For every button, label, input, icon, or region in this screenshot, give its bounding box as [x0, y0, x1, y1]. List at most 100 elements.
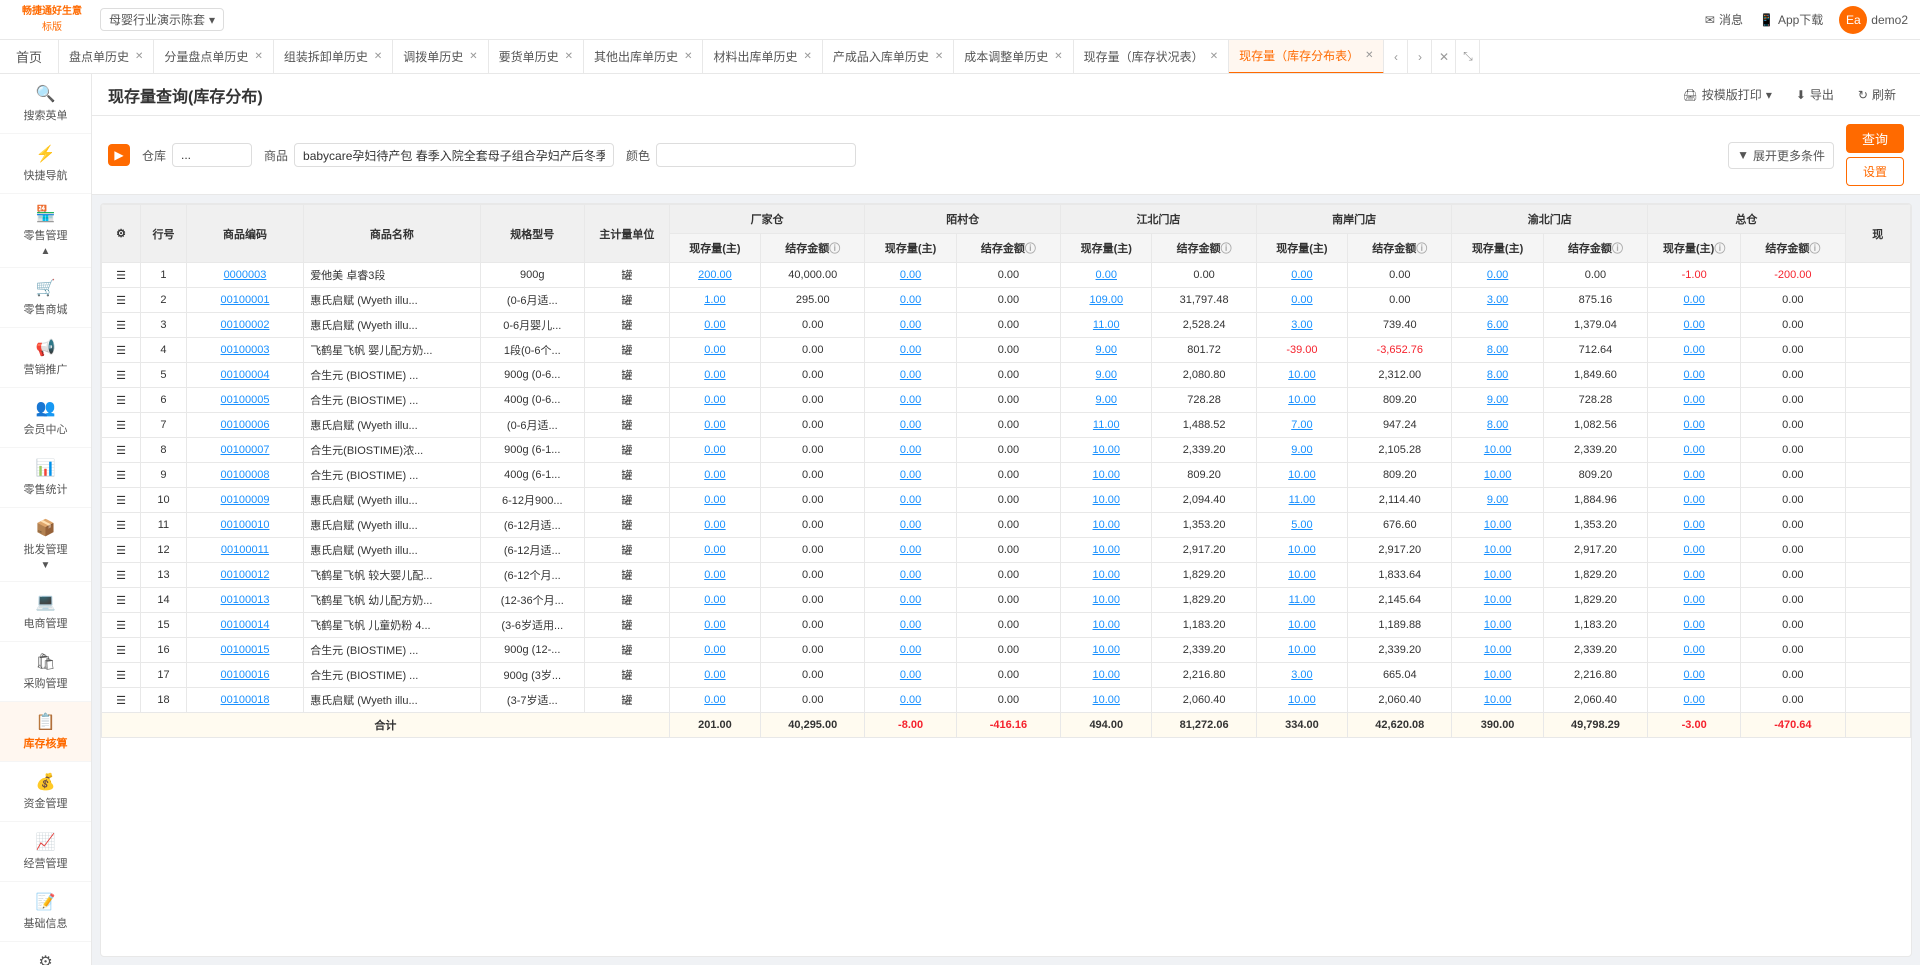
row-senshi-qty[interactable]: 0.00 [865, 313, 956, 338]
row-jiangbei-qty[interactable]: 10.00 [1061, 538, 1152, 563]
row-yuzbei-qty[interactable]: 0.00 [1452, 263, 1543, 288]
tab-close-icon[interactable]: ✕ [565, 51, 573, 62]
row-senshi-qty[interactable]: 0.00 [865, 288, 956, 313]
row-yuzbei-qty[interactable]: 10.00 [1452, 613, 1543, 638]
app-download-btn[interactable]: 📱 App下载 [1759, 11, 1823, 28]
tab-home[interactable]: 首页 [0, 40, 59, 74]
row-nanan-qty[interactable]: 11.00 [1256, 588, 1347, 613]
tab-assembly[interactable]: 组装拆卸单历史 ✕ [274, 40, 393, 74]
tab-close-icon[interactable]: ✕ [684, 51, 692, 62]
tab-partialstocktake[interactable]: 分量盘点单历史 ✕ [154, 40, 273, 74]
row-jiangbei-qty[interactable]: 10.00 [1061, 513, 1152, 538]
tab-stocktake[interactable]: 盘点单历史 ✕ [59, 40, 154, 74]
row-yuzbei-qty[interactable]: 10.00 [1452, 563, 1543, 588]
row-gear[interactable]: ☰ [102, 488, 141, 513]
row-factory-qty[interactable]: 200.00 [669, 263, 760, 288]
row-gear[interactable]: ☰ [102, 413, 141, 438]
sidebar-item-ecommerce[interactable]: 💻 电商管理 [0, 582, 91, 642]
tab-requisition[interactable]: 要货单历史 ✕ [489, 40, 584, 74]
row-yuzbei-qty[interactable]: 10.00 [1452, 588, 1543, 613]
row-factory-qty[interactable]: 0.00 [669, 463, 760, 488]
row-gear[interactable]: ☰ [102, 538, 141, 563]
row-factory-qty[interactable]: 0.00 [669, 588, 760, 613]
row-gear[interactable]: ☰ [102, 363, 141, 388]
filter-toggle-btn[interactable]: ▶ [108, 144, 130, 166]
message-btn[interactable]: ✉ 消息 [1705, 11, 1743, 28]
tab-stockdist[interactable]: 现存量（库存分布表） ✕ [1229, 40, 1384, 74]
row-jiangbei-qty[interactable]: 0.00 [1061, 263, 1152, 288]
row-jiangbei-qty[interactable]: 10.00 [1061, 488, 1152, 513]
tab-productin[interactable]: 产成品入库单历史 ✕ [823, 40, 954, 74]
tab-close-icon[interactable]: ✕ [469, 51, 477, 62]
row-senshi-qty[interactable]: 0.00 [865, 613, 956, 638]
sidebar-item-retail[interactable]: 🏪 零售管理 ▲ [0, 194, 91, 268]
row-senshi-qty[interactable]: 0.00 [865, 338, 956, 363]
tab-materialout[interactable]: 材料出库单历史 ✕ [703, 40, 822, 74]
color-input[interactable] [656, 143, 856, 167]
row-factory-qty[interactable]: 1.00 [669, 288, 760, 313]
tab-expand-btn[interactable]: ⤡ [1456, 40, 1480, 74]
tab-close-icon[interactable]: ✕ [1210, 51, 1218, 62]
row-nanan-qty[interactable]: -39.00 [1256, 338, 1347, 363]
row-yuzbei-qty[interactable]: 6.00 [1452, 313, 1543, 338]
tab-close-icon[interactable]: ✕ [803, 51, 811, 62]
row-senshi-qty[interactable]: 0.00 [865, 638, 956, 663]
row-nanan-qty[interactable]: 10.00 [1256, 363, 1347, 388]
sidebar-item-retailshop[interactable]: 🛒 零售商城 [0, 268, 91, 328]
row-nanan-qty[interactable]: 11.00 [1256, 488, 1347, 513]
row-yuzbei-qty[interactable]: 8.00 [1452, 363, 1543, 388]
row-senshi-qty[interactable]: 0.00 [865, 538, 956, 563]
row-gear[interactable]: ☰ [102, 563, 141, 588]
row-gear[interactable]: ☰ [102, 613, 141, 638]
tab-close-icon[interactable]: ✕ [254, 51, 262, 62]
tab-transfer[interactable]: 调拨单历史 ✕ [393, 40, 488, 74]
row-senshi-qty[interactable]: 0.00 [865, 588, 956, 613]
row-yuzbei-qty[interactable]: 10.00 [1452, 513, 1543, 538]
sidebar-item-marketing[interactable]: 📢 营销推广 [0, 328, 91, 388]
row-factory-qty[interactable]: 0.00 [669, 388, 760, 413]
product-input[interactable] [294, 143, 614, 167]
tab-currentstock[interactable]: 现存量（库存状况表） ✕ [1074, 40, 1229, 74]
sidebar-item-finance[interactable]: 💰 资金管理 [0, 762, 91, 822]
row-senshi-qty[interactable]: 0.00 [865, 563, 956, 588]
tab-close-icon[interactable]: ✕ [135, 51, 143, 62]
sidebar-item-purchase[interactable]: 🛍 采购管理 [0, 642, 91, 702]
row-jiangbei-qty[interactable]: 11.00 [1061, 413, 1152, 438]
row-factory-qty[interactable]: 0.00 [669, 638, 760, 663]
tab-otherout[interactable]: 其他出库单历史 ✕ [584, 40, 703, 74]
table-container[interactable]: ⚙ 行号 商品编码 商品名称 规格型号 主计量单位 厂家仓 陌村仓 江北门店 南… [100, 203, 1912, 957]
row-senshi-qty[interactable]: 0.00 [865, 463, 956, 488]
row-gear[interactable]: ☰ [102, 663, 141, 688]
row-factory-qty[interactable]: 0.00 [669, 363, 760, 388]
tab-next-btn[interactable]: › [1408, 40, 1432, 74]
row-gear[interactable]: ☰ [102, 338, 141, 363]
row-jiangbei-qty[interactable]: 10.00 [1061, 613, 1152, 638]
row-senshi-qty[interactable]: 0.00 [865, 413, 956, 438]
row-yuzbei-qty[interactable]: 10.00 [1452, 663, 1543, 688]
row-yuzbei-qty[interactable]: 10.00 [1452, 438, 1543, 463]
row-nanan-qty[interactable]: 0.00 [1256, 263, 1347, 288]
row-senshi-qty[interactable]: 0.00 [865, 263, 956, 288]
row-yuzbei-qty[interactable]: 9.00 [1452, 488, 1543, 513]
row-yuzbei-qty[interactable]: 9.00 [1452, 388, 1543, 413]
row-factory-qty[interactable]: 0.00 [669, 413, 760, 438]
row-factory-qty[interactable]: 0.00 [669, 613, 760, 638]
row-jiangbei-qty[interactable]: 10.00 [1061, 588, 1152, 613]
tab-close-icon[interactable]: ✕ [374, 51, 382, 62]
sidebar-item-basic[interactable]: 📝 基础信息 [0, 882, 91, 942]
tab-close-icon[interactable]: ✕ [1365, 50, 1373, 61]
row-nanan-qty[interactable]: 10.00 [1256, 638, 1347, 663]
row-gear[interactable]: ☰ [102, 588, 141, 613]
row-factory-qty[interactable]: 0.00 [669, 488, 760, 513]
sidebar-item-inventory[interactable]: 📋 库存核算 [0, 702, 91, 762]
row-gear[interactable]: ☰ [102, 438, 141, 463]
row-jiangbei-qty[interactable]: 10.00 [1061, 638, 1152, 663]
query-button[interactable]: 查询 [1846, 124, 1904, 153]
row-senshi-qty[interactable]: 0.00 [865, 688, 956, 713]
row-jiangbei-qty[interactable]: 10.00 [1061, 563, 1152, 588]
row-yuzbei-qty[interactable]: 10.00 [1452, 688, 1543, 713]
row-senshi-qty[interactable]: 0.00 [865, 438, 956, 463]
tab-costadjust[interactable]: 成本调整单历史 ✕ [954, 40, 1073, 74]
row-yuzbei-qty[interactable]: 8.00 [1452, 413, 1543, 438]
tab-close-icon[interactable]: ✕ [1054, 51, 1062, 62]
